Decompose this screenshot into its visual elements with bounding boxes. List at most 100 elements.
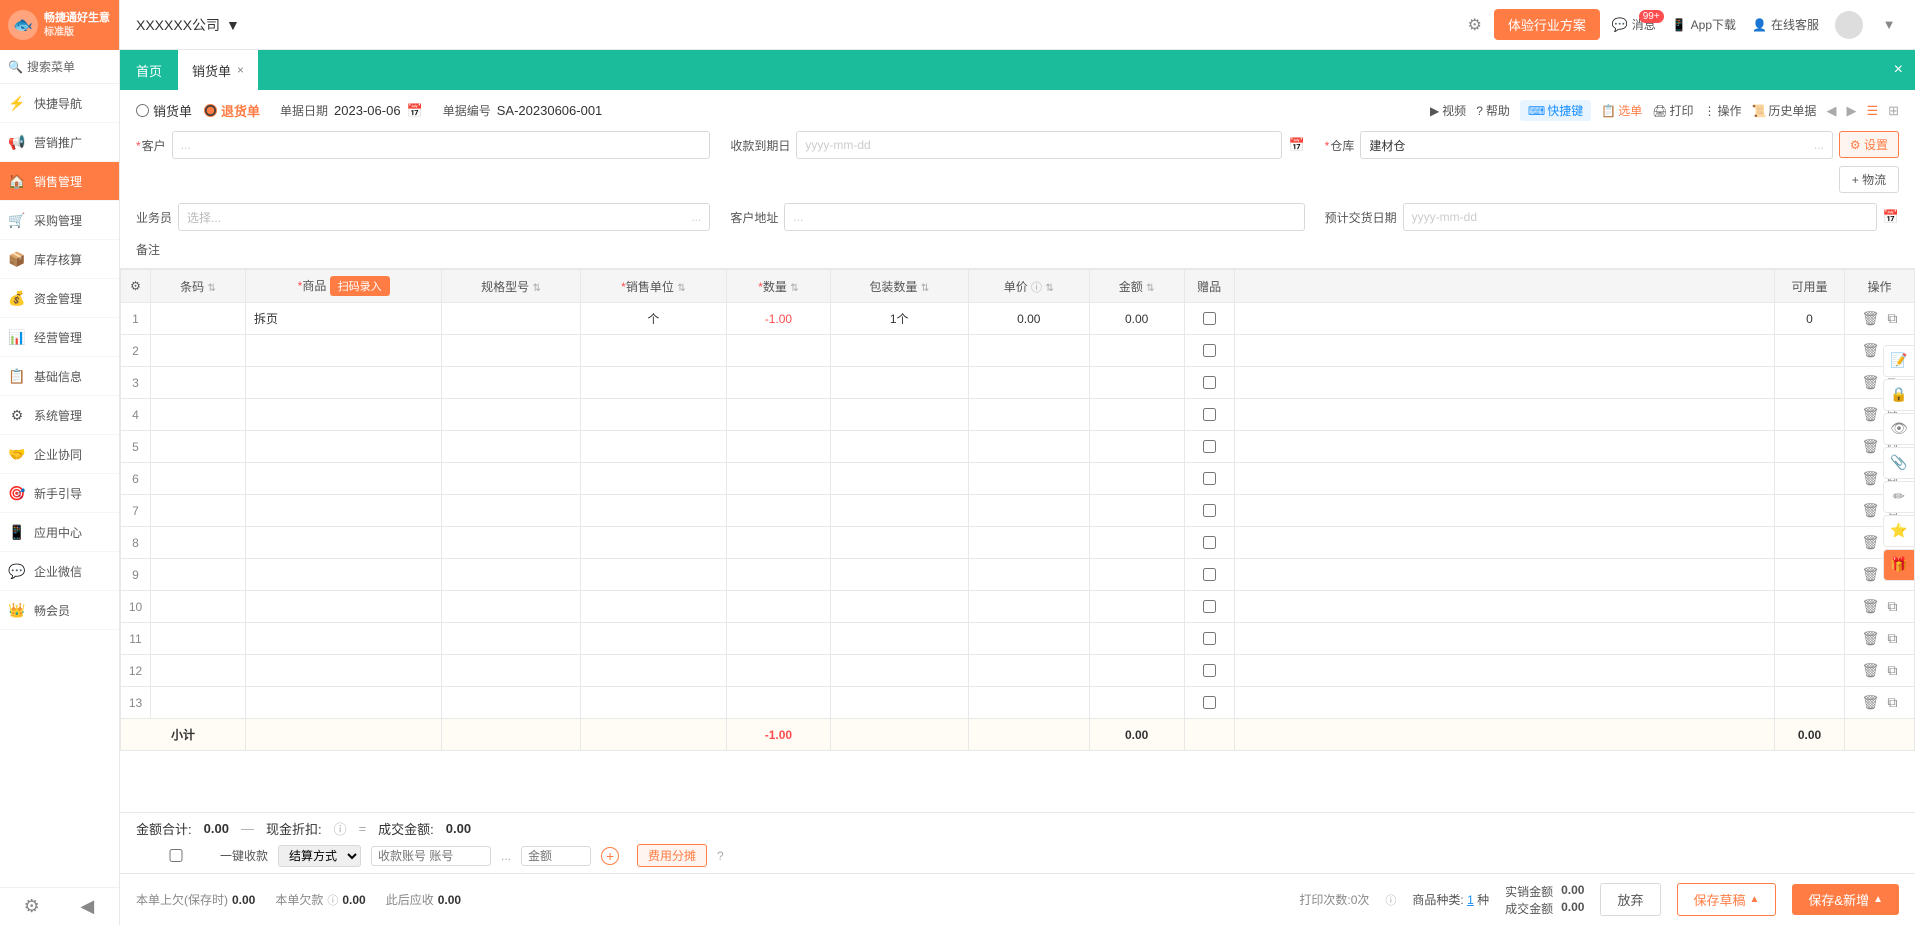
gift-checkbox[interactable]: [1203, 600, 1216, 613]
row-barcode[interactable]: [151, 463, 246, 495]
row-unit[interactable]: [580, 623, 727, 655]
customer-input[interactable]: ...: [172, 131, 711, 159]
panel-btn-7[interactable]: 🎁: [1883, 549, 1915, 581]
row-product[interactable]: [246, 463, 442, 495]
row-spec[interactable]: [442, 431, 580, 463]
delete-row-btn[interactable]: 🗑: [1860, 660, 1882, 681]
row-barcode[interactable]: [151, 303, 246, 335]
delete-row-btn[interactable]: 🗑: [1860, 340, 1882, 361]
row-package-qty[interactable]: [830, 527, 968, 559]
row-spec[interactable]: [442, 335, 580, 367]
row-spec[interactable]: [442, 495, 580, 527]
row-unit-price[interactable]: 0.00: [968, 303, 1089, 335]
row-barcode[interactable]: [151, 591, 246, 623]
row-spec[interactable]: [442, 559, 580, 591]
next-icon[interactable]: ▶: [1846, 103, 1856, 119]
row-package-qty[interactable]: [830, 559, 968, 591]
row-barcode[interactable]: [151, 687, 246, 719]
row-unit[interactable]: [580, 591, 727, 623]
gift-checkbox[interactable]: [1203, 344, 1216, 357]
row-product[interactable]: [246, 687, 442, 719]
row-note[interactable]: [1234, 687, 1774, 719]
row-package-qty[interactable]: [830, 655, 968, 687]
row-unit[interactable]: [580, 687, 727, 719]
copy-row-btn[interactable]: ⧉: [1885, 628, 1899, 649]
row-quantity[interactable]: [727, 335, 830, 367]
delete-row-btn[interactable]: 🗑: [1860, 468, 1882, 489]
select-btn[interactable]: 📋 选单: [1601, 102, 1642, 119]
row-package-qty[interactable]: [830, 495, 968, 527]
settlement-select[interactable]: 结算方式: [278, 845, 361, 867]
discard-btn[interactable]: 放弃: [1600, 883, 1660, 916]
expected-delivery-input[interactable]: yyyy-mm-dd: [1403, 203, 1877, 231]
delete-row-btn[interactable]: 🗑: [1860, 628, 1882, 649]
row-unit-price[interactable]: [968, 591, 1089, 623]
row-amount[interactable]: [1089, 367, 1184, 399]
row-spec[interactable]: [442, 463, 580, 495]
delivery-calendar-icon[interactable]: 📅: [1883, 209, 1899, 225]
payment-calendar-icon[interactable]: 📅: [1288, 137, 1304, 153]
delete-row-btn[interactable]: 🗑: [1860, 500, 1882, 521]
radio-sales[interactable]: 销货单: [136, 101, 192, 120]
delete-row-btn[interactable]: 🗑: [1860, 532, 1882, 553]
tab-sales-order[interactable]: 销货单 ×: [178, 50, 258, 90]
row-note[interactable]: [1234, 527, 1774, 559]
row-amount[interactable]: [1089, 527, 1184, 559]
row-quantity[interactable]: [727, 623, 830, 655]
sidebar-item-inventory[interactable]: 📦 库存核算: [0, 240, 119, 279]
row-gift[interactable]: [1184, 431, 1234, 463]
message-btn[interactable]: 💬 消息 99+: [1612, 16, 1656, 33]
row-gift[interactable]: [1184, 367, 1234, 399]
row-spec[interactable]: [442, 367, 580, 399]
arrears-info-icon[interactable]: ⓘ: [327, 892, 338, 908]
sidebar-item-marketing[interactable]: 📢 营销推广: [0, 123, 119, 162]
price-info-icon[interactable]: ⓘ: [1031, 282, 1042, 294]
row-spec[interactable]: [442, 303, 580, 335]
delete-row-btn[interactable]: 🗑: [1860, 436, 1882, 457]
sidebar-item-member[interactable]: 👑 畅会员: [0, 591, 119, 630]
sidebar-item-purchase[interactable]: 🛒 采购管理: [0, 201, 119, 240]
panel-btn-4[interactable]: 📎: [1883, 447, 1915, 479]
sort-icon[interactable]: ⇅: [1045, 283, 1053, 294]
logistics-btn[interactable]: + 物流: [1839, 166, 1899, 193]
sidebar-item-appstore[interactable]: 📱 应用中心: [0, 513, 119, 552]
sort-icon[interactable]: ⇅: [921, 283, 929, 294]
date-value[interactable]: 2023-06-06: [334, 103, 401, 118]
row-note[interactable]: [1234, 559, 1774, 591]
row-product[interactable]: [246, 335, 442, 367]
row-package-qty[interactable]: [830, 591, 968, 623]
row-note[interactable]: [1234, 655, 1774, 687]
user-avatar[interactable]: [1835, 11, 1863, 39]
row-quantity[interactable]: [727, 655, 830, 687]
row-gift[interactable]: [1184, 335, 1234, 367]
row-unit[interactable]: [580, 495, 727, 527]
row-barcode[interactable]: [151, 367, 246, 399]
row-product[interactable]: [246, 431, 442, 463]
sidebar-item-shortcut[interactable]: ⚡ 快捷导航: [0, 84, 119, 123]
account-dots-btn[interactable]: ...: [501, 849, 511, 863]
shortcut-btn[interactable]: ⌨ 快捷键: [1520, 100, 1591, 121]
row-note[interactable]: [1234, 335, 1774, 367]
expense-btn[interactable]: 费用分摊: [637, 844, 707, 867]
one-click-payment[interactable]: 一键收款: [136, 847, 268, 864]
row-gift[interactable]: [1184, 655, 1234, 687]
radio-return[interactable]: 退货单: [204, 101, 260, 120]
table-settings-icon[interactable]: ⚙: [130, 279, 141, 293]
row-unit-price[interactable]: [968, 623, 1089, 655]
sidebar-item-guide[interactable]: 🎯 新手引导: [0, 474, 119, 513]
row-amount[interactable]: [1089, 495, 1184, 527]
sidebar-settings-btn[interactable]: ⚙: [8, 896, 56, 917]
row-gift[interactable]: [1184, 623, 1234, 655]
gift-checkbox[interactable]: [1203, 536, 1216, 549]
gift-checkbox[interactable]: [1203, 376, 1216, 389]
sort-icon[interactable]: ⇅: [790, 283, 798, 294]
row-unit[interactable]: [580, 559, 727, 591]
sidebar-item-system[interactable]: ⚙ 系统管理: [0, 396, 119, 435]
panel-btn-1[interactable]: 📝: [1883, 345, 1915, 377]
gift-checkbox[interactable]: [1203, 664, 1216, 677]
gift-checkbox[interactable]: [1203, 440, 1216, 453]
account-input[interactable]: [371, 846, 491, 866]
warehouse-input[interactable]: 建材仓 ...: [1360, 131, 1833, 159]
row-product[interactable]: [246, 559, 442, 591]
history-btn[interactable]: 📜 历史单据: [1751, 102, 1816, 119]
